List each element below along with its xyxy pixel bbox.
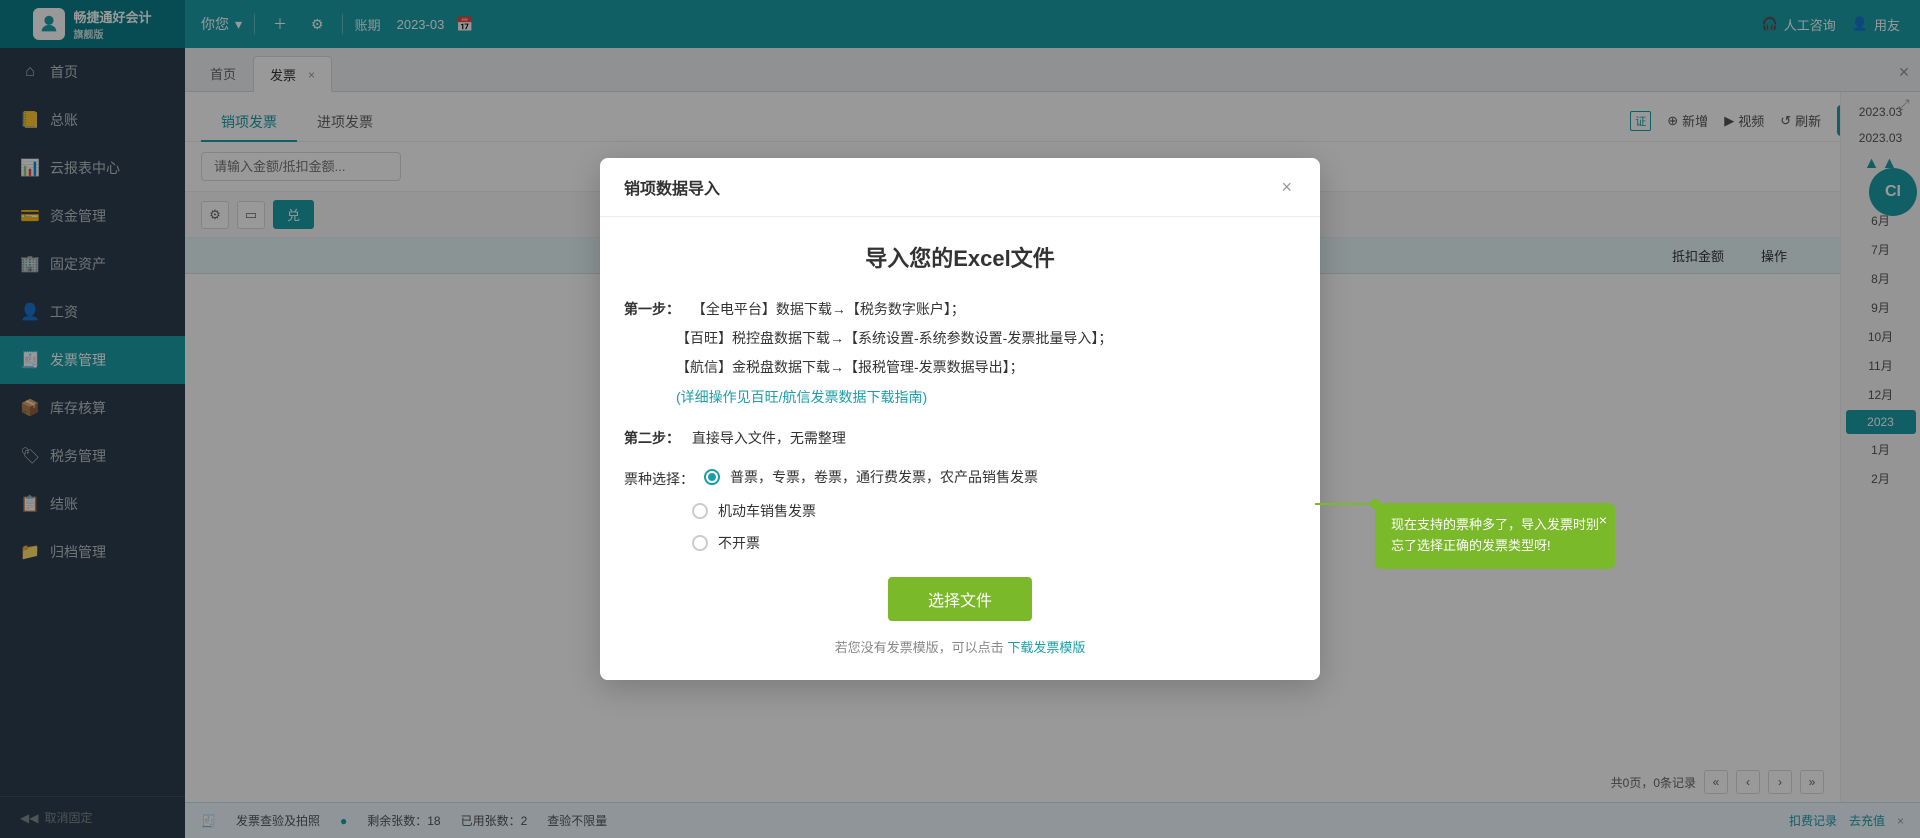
step2-row: 第二步： 直接导入文件，无需整理 <box>624 426 1296 451</box>
radio-motor-circle <box>692 503 708 519</box>
radio-option-motor[interactable]: 机动车销售发票 <box>624 501 1296 521</box>
footer-text: 若您没有发票模版，可以点击 <box>835 640 1004 655</box>
radio-option-noissue[interactable]: 不开票 <box>624 533 1296 553</box>
step1-label: 第一步： <box>624 301 680 317</box>
radio-normal-label: 普票，专票，卷票，通行费发票，农产品销售发票 <box>730 467 1038 487</box>
step1-guide-link[interactable]: (详细操作见百旺/航信发票数据下载指南) <box>676 389 927 405</box>
radio-label-row: 票种选择： 普票，专票，卷票，通行费发票，农产品销售发票 <box>624 467 1296 489</box>
radio-group: 票种选择： 普票，专票，卷票，通行费发票，农产品销售发票 机动车销售发票 不开票 <box>624 467 1296 553</box>
tooltip-line-container <box>1315 503 1375 505</box>
tooltip-text: 现在支持的票种多了，导入发票时别忘了选择正确的发票类型呀! <box>1391 517 1599 553</box>
step1-text: 【全电平台】数据下载→【税务数字账户】； <box>692 301 965 317</box>
modal-footer: 若您没有发票模版，可以点击 下载发票模版 <box>624 637 1296 656</box>
step2-text: 直接导入文件，无需整理 <box>692 430 846 446</box>
tooltip-line <box>1315 503 1375 505</box>
modal-big-title: 导入您的Excel文件 <box>624 241 1296 273</box>
radio-group-label: 票种选择： <box>624 467 694 489</box>
select-file-button[interactable]: 选择文件 <box>888 577 1032 621</box>
radio-option-normal[interactable]: 普票，专票，卷票，通行费发票，农产品销售发票 <box>704 467 1038 487</box>
step1-row: 第一步： 【全电平台】数据下载→【税务数字账户】； 【百旺】税控盘数据下载→【系… <box>624 297 1296 410</box>
modal-close-btn[interactable]: × <box>1277 174 1296 200</box>
radio-motor-label: 机动车销售发票 <box>718 501 816 521</box>
step1-sub2: 【航信】金税盘数据下载→【报税管理-发票数据导出】； <box>624 355 1296 380</box>
tooltip-box: × 现在支持的票种多了，导入发票时别忘了选择正确的发票类型呀! <box>1375 503 1615 569</box>
radio-noissue-label: 不开票 <box>718 533 760 553</box>
modal-header: 销项数据导入 × <box>600 158 1320 217</box>
import-modal: 销项数据导入 × 导入您的Excel文件 第一步： 【全电平台】数据下载→【税务… <box>600 158 1320 680</box>
tooltip-wrapper: × 现在支持的票种多了，导入发票时别忘了选择正确的发票类型呀! <box>1315 503 1615 569</box>
modal-body: 导入您的Excel文件 第一步： 【全电平台】数据下载→【税务数字账户】； 【百… <box>600 217 1320 680</box>
tooltip-close-btn[interactable]: × <box>1599 509 1607 531</box>
step1-link: (详细操作见百旺/航信发票数据下载指南) <box>624 385 1296 410</box>
step2-label: 第二步： <box>624 430 680 446</box>
radio-noissue-circle <box>692 535 708 551</box>
radio-normal-dot <box>708 473 716 481</box>
modal-title: 销项数据导入 <box>624 175 720 199</box>
radio-normal-circle <box>704 469 720 485</box>
download-template-link[interactable]: 下载发票模版 <box>1007 640 1085 655</box>
step1-sub1: 【百旺】税控盘数据下载→【系统设置-系统参数设置-发票批量导入】； <box>624 326 1296 351</box>
